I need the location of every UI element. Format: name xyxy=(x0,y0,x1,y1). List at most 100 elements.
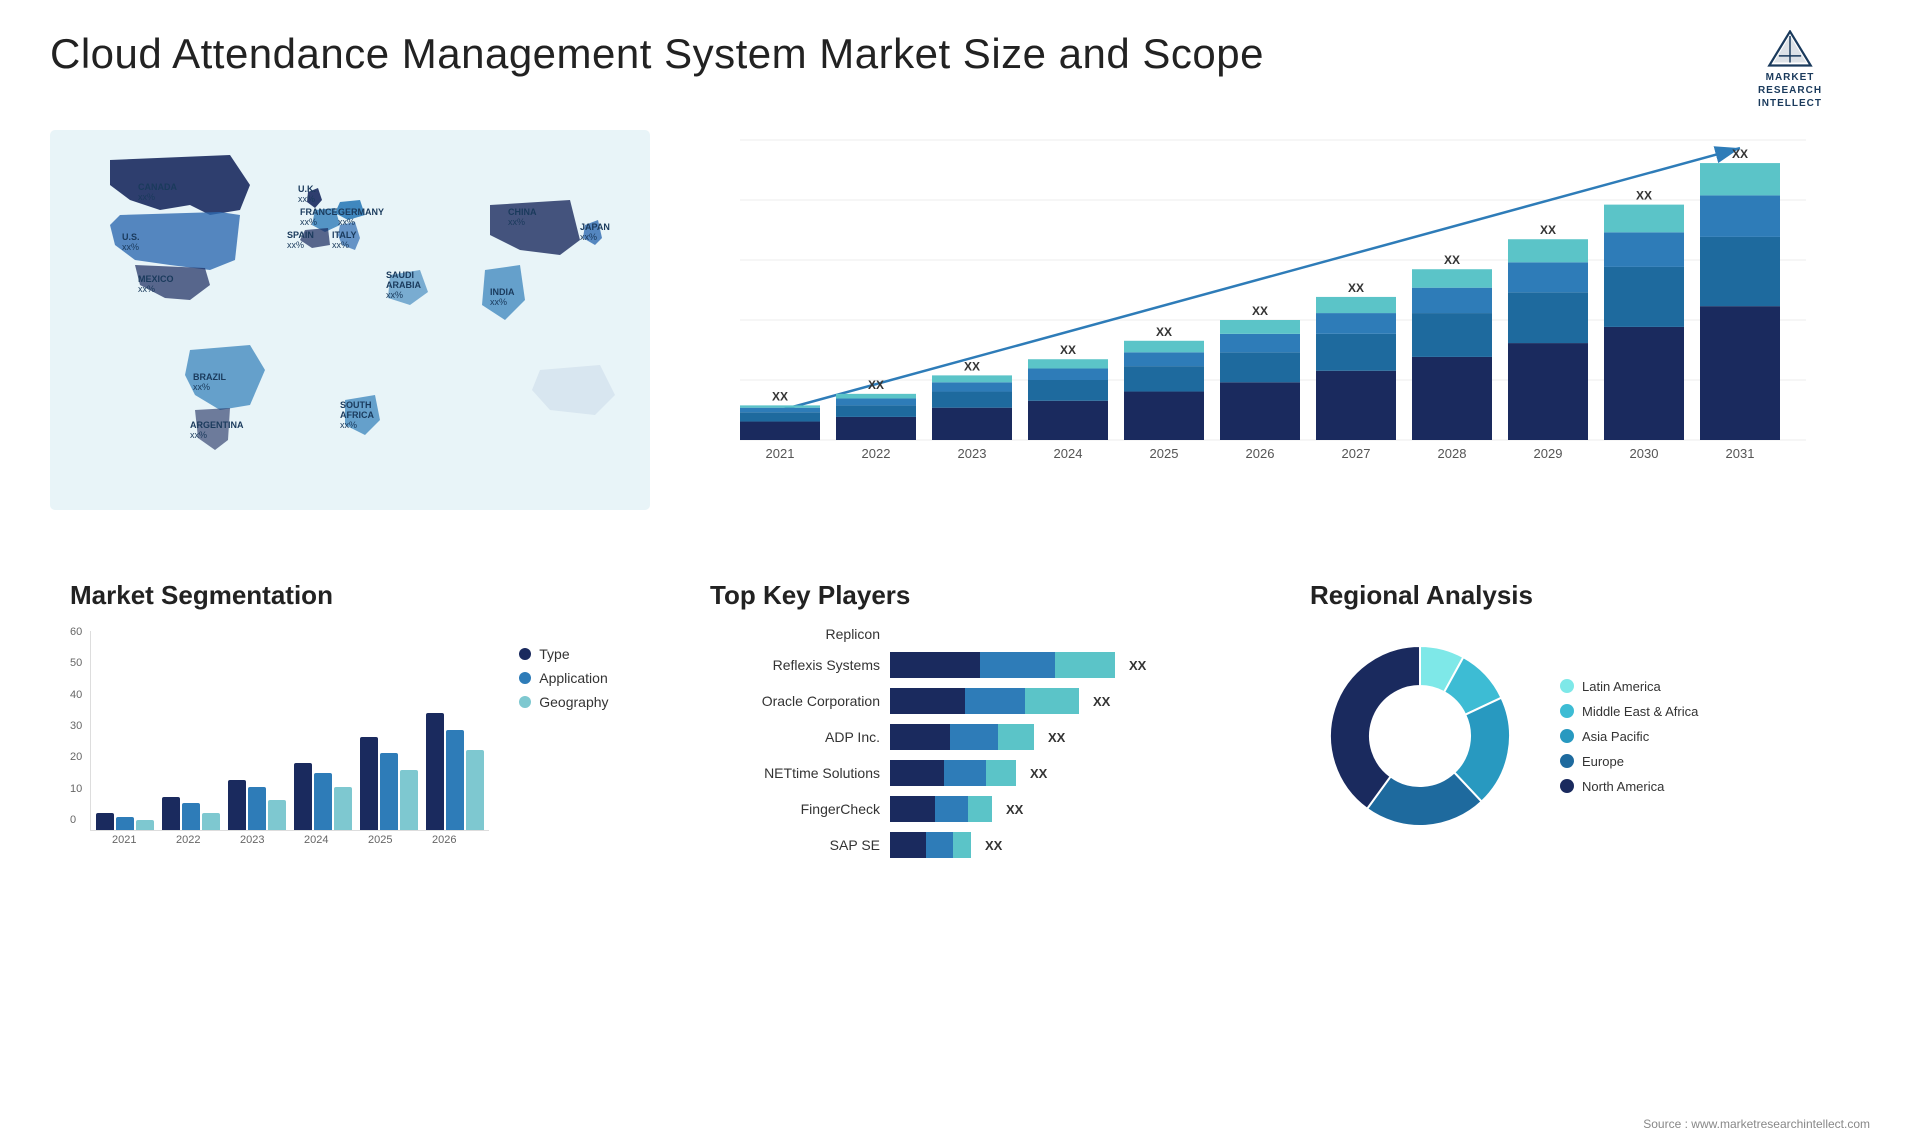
segmentation-title: Market Segmentation xyxy=(70,580,650,611)
player-bar-seg-3 xyxy=(998,724,1034,750)
seg-x-labels: 202120222023202420252026 xyxy=(90,834,489,846)
svg-text:U.K.: U.K. xyxy=(298,184,316,194)
svg-text:2021: 2021 xyxy=(766,446,795,461)
y-axis-label: 40 xyxy=(70,689,82,701)
svg-text:XX: XX xyxy=(1252,304,1268,318)
svg-text:AFRICA: AFRICA xyxy=(340,410,374,420)
y-axis-label: 0 xyxy=(70,814,82,826)
legend-label: Application xyxy=(539,670,608,686)
seg-bar-type xyxy=(426,713,444,830)
regional-title: Regional Analysis xyxy=(1310,580,1850,611)
player-bar xyxy=(890,832,971,858)
player-value: XX xyxy=(1129,658,1146,673)
player-bar-container: XX xyxy=(890,688,1250,714)
player-row: NETtime Solutions XX xyxy=(710,760,1250,786)
svg-text:xx%: xx% xyxy=(338,217,355,227)
regional-legend-item: North America xyxy=(1560,779,1698,794)
player-name: Oracle Corporation xyxy=(710,693,880,709)
seg-bar-app xyxy=(248,787,266,830)
svg-text:XX: XX xyxy=(1540,223,1556,237)
player-bar-seg-1 xyxy=(890,688,965,714)
player-row: SAP SE XX xyxy=(710,832,1250,858)
svg-text:xx%: xx% xyxy=(386,290,403,300)
x-axis-label: 2023 xyxy=(223,834,281,846)
player-bar-seg-1 xyxy=(890,652,980,678)
svg-text:xx%: xx% xyxy=(332,240,349,250)
svg-text:xx%: xx% xyxy=(138,192,155,202)
seg-bar-group xyxy=(426,713,484,830)
player-bar-container: XX xyxy=(890,724,1250,750)
svg-text:xx%: xx% xyxy=(508,217,525,227)
svg-text:XX: XX xyxy=(1156,325,1172,339)
players-container: Replicon Reflexis Systems XX Oracle Corp… xyxy=(710,626,1250,858)
regional-legend-dot xyxy=(1560,754,1574,768)
player-value: XX xyxy=(1048,730,1065,745)
player-bar-seg-2 xyxy=(926,832,953,858)
seg-bar-group xyxy=(228,780,286,830)
logo-icon xyxy=(1765,30,1815,67)
svg-text:xx%: xx% xyxy=(340,420,357,430)
regional-legend-label: Middle East & Africa xyxy=(1582,704,1698,719)
svg-text:2028: 2028 xyxy=(1438,446,1467,461)
y-axis-label: 20 xyxy=(70,751,82,763)
seg-bar-type xyxy=(360,737,378,830)
svg-text:2023: 2023 xyxy=(958,446,987,461)
regional-legend-label: Europe xyxy=(1582,754,1624,769)
svg-text:SOUTH: SOUTH xyxy=(340,400,372,410)
svg-text:BRAZIL: BRAZIL xyxy=(193,372,226,382)
map-section: CANADA xx% U.S. xx% MEXICO xx% BRAZIL xx… xyxy=(50,130,670,550)
player-bar-seg-3 xyxy=(953,832,971,858)
player-bar-container: XX xyxy=(890,832,1250,858)
seg-bar-type xyxy=(162,797,180,830)
svg-text:2029: 2029 xyxy=(1534,446,1563,461)
players-section: Top Key Players Replicon Reflexis System… xyxy=(690,570,1270,1110)
seg-bar-group xyxy=(294,763,352,830)
player-bar xyxy=(890,760,1016,786)
seg-bar-app xyxy=(116,817,134,830)
player-bar-seg-3 xyxy=(1055,652,1115,678)
seg-bar-type xyxy=(228,780,246,830)
canada-label: CANADA xyxy=(138,182,177,192)
x-axis-label: 2024 xyxy=(287,834,345,846)
player-name: ADP Inc. xyxy=(710,729,880,745)
player-value: XX xyxy=(1006,802,1023,817)
player-row: Replicon xyxy=(710,626,1250,642)
player-bar-container: XX xyxy=(890,796,1250,822)
seg-bar-type xyxy=(294,763,312,830)
seg-bar-app xyxy=(446,730,464,830)
svg-text:ARABIA: ARABIA xyxy=(386,280,421,290)
x-axis-label: 2021 xyxy=(95,834,153,846)
logo-area: MARKET RESEARCH INTELLECT xyxy=(1710,30,1870,110)
x-axis-label: 2026 xyxy=(415,834,473,846)
svg-text:FRANCE: FRANCE xyxy=(300,207,338,217)
player-row: FingerCheck XX xyxy=(710,796,1250,822)
svg-text:xx%: xx% xyxy=(298,194,315,204)
seg-bar-group xyxy=(162,797,220,830)
svg-text:ITALY: ITALY xyxy=(332,230,357,240)
player-bar-container: XX xyxy=(890,652,1250,678)
svg-text:XX: XX xyxy=(772,389,788,403)
svg-text:2030: 2030 xyxy=(1630,446,1659,461)
svg-text:XX: XX xyxy=(1444,253,1460,267)
player-name: NETtime Solutions xyxy=(710,765,880,781)
regional-legend-dot xyxy=(1560,779,1574,793)
svg-text:JAPAN: JAPAN xyxy=(580,222,610,232)
svg-text:INDIA: INDIA xyxy=(490,287,515,297)
donut-chart xyxy=(1310,626,1530,846)
player-bar-seg-2 xyxy=(965,688,1025,714)
legend-item: Type xyxy=(519,646,608,662)
svg-text:SAUDI: SAUDI xyxy=(386,270,414,280)
seg-bars-grid xyxy=(90,631,489,831)
svg-text:xx%: xx% xyxy=(580,232,597,242)
logo-text: MARKET RESEARCH INTELLECT xyxy=(1758,71,1822,110)
svg-text:xx%: xx% xyxy=(138,284,155,294)
svg-text:XX: XX xyxy=(1348,281,1364,295)
player-value: XX xyxy=(1093,694,1110,709)
regional-legend-item: Middle East & Africa xyxy=(1560,704,1698,719)
player-name: Replicon xyxy=(710,626,880,642)
player-name: FingerCheck xyxy=(710,801,880,817)
svg-text:ARGENTINA: ARGENTINA xyxy=(190,420,244,430)
svg-text:2026: 2026 xyxy=(1246,446,1275,461)
seg-bar-app xyxy=(380,753,398,830)
seg-bar-app xyxy=(314,773,332,830)
